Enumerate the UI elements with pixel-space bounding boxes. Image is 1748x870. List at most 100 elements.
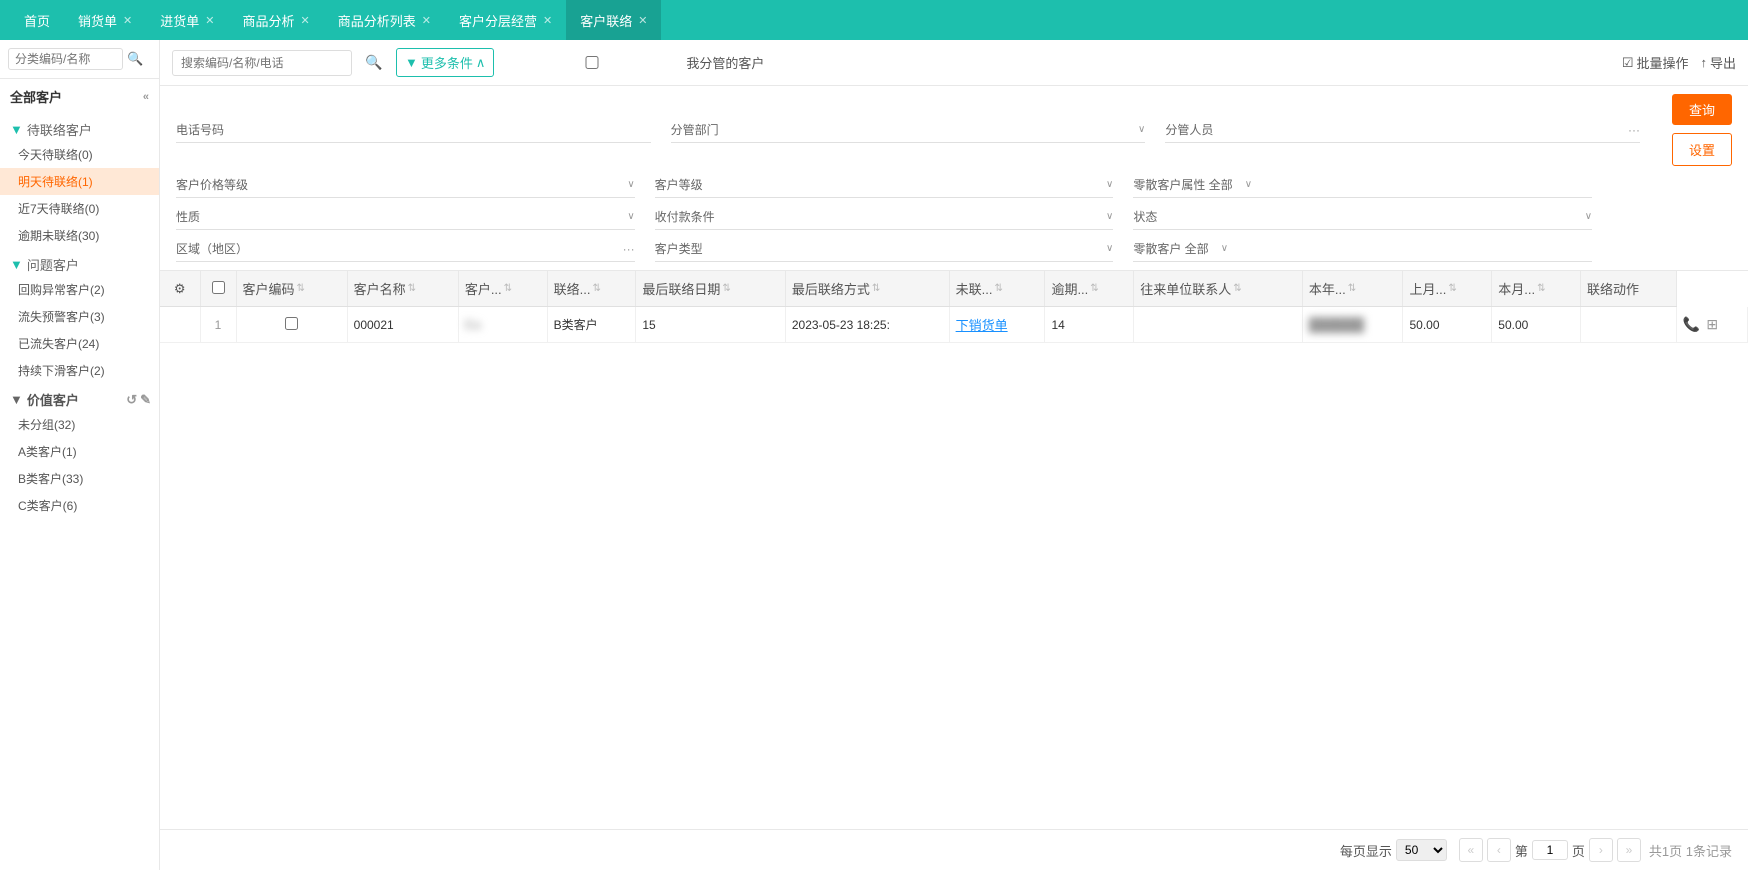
prev-page-button[interactable]: ‹ [1487, 838, 1511, 862]
th-unit-contact[interactable]: 往来单位联系人⇅ [1134, 271, 1303, 307]
more-filter-button[interactable]: ▼ 更多条件 ∧ [396, 48, 494, 77]
filter-payment[interactable]: 收付款条件 ∨ [655, 204, 1114, 230]
sort-type: ⇅ [504, 283, 512, 294]
td-last-contact-date: 2023-05-23 18:25: [785, 307, 949, 343]
filter-phone-label: 电话号码 [176, 121, 236, 138]
grid-action-icon[interactable]: ⊞ [1706, 316, 1718, 333]
sidebar-item-ungrouped[interactable]: 未分组(32) [0, 411, 159, 438]
page-input[interactable] [1532, 840, 1568, 860]
sidebar-item-overdue[interactable]: 逾期未联络(30) [0, 222, 159, 249]
sort-overdue: ⇅ [1090, 283, 1098, 294]
td-not-contact: 14 [1045, 307, 1134, 343]
nav-analysis-close[interactable]: ✕ [301, 14, 310, 27]
filter-phone-input[interactable] [244, 123, 651, 137]
th-not-contact[interactable]: 未联...⇅ [949, 271, 1045, 307]
refresh-icon[interactable]: ↺ [126, 392, 137, 408]
nav-purchase-close[interactable]: ✕ [205, 14, 214, 27]
filter-customer-level[interactable]: 客户等级 ∨ [655, 172, 1114, 198]
th-code[interactable]: 客户编码⇅ [236, 271, 347, 307]
th-this-year[interactable]: 本年...⇅ [1302, 271, 1403, 307]
sidebar-search-input[interactable] [8, 48, 123, 70]
filter-scattered-attr[interactable]: 零散客户属性 全部 ∨ [1133, 172, 1592, 198]
filter-dept[interactable]: 分管部门 ∨ [671, 117, 1146, 143]
sidebar-item-a-class[interactable]: A类客户(1) [0, 438, 159, 465]
sidebar-item-week[interactable]: 近7天待联络(0) [0, 195, 159, 222]
batch-ops-button[interactable]: ☑ 批量操作 [1622, 53, 1689, 72]
total-text: 共1页 1条记录 [1649, 841, 1732, 860]
sidebar-item-c-class[interactable]: C类客户(6) [0, 492, 159, 519]
search-input[interactable] [172, 50, 352, 76]
nav-customer-contact-close[interactable]: ✕ [638, 14, 647, 27]
nav-analysis-list[interactable]: 商品分析列表 ✕ [324, 0, 445, 40]
sidebar-section-value: ▼ 价值客户 ↺ ✎ [0, 384, 159, 411]
pending-title: 待联络客户 [27, 120, 92, 139]
sidebar-item-repurchase-abnormal[interactable]: 回购异常客户(2) [0, 276, 159, 303]
nav-purchase[interactable]: 进货单 ✕ [146, 0, 228, 40]
content-area: 🔍 ▼ 更多条件 ∧ 我分管的客户 ☑ 批量操作 ↑ 导出 [160, 40, 1748, 870]
nav-analysis-list-close[interactable]: ✕ [422, 14, 431, 27]
nav-customer-segment-close[interactable]: ✕ [543, 14, 552, 27]
page-size-label: 每页显示 [1340, 841, 1392, 860]
customer-name-blurred: Ea [465, 317, 481, 332]
filter-row-3: 性质 ∨ 收付款条件 ∨ 状态 ∨ [176, 204, 1732, 230]
filter-customer-type[interactable]: 客户类型 ∨ [655, 236, 1114, 262]
next-page-button[interactable]: › [1589, 838, 1613, 862]
filter-scattered-label: 零散客户 全部 [1133, 240, 1208, 257]
my-customers-input[interactable] [502, 56, 682, 69]
filter-region-label: 区域（地区） [176, 240, 248, 257]
settings-button[interactable]: 设置 [1672, 133, 1732, 166]
edit-icon[interactable]: ✎ [140, 392, 151, 408]
data-table: ⚙ 客户编码⇅ 客户名称⇅ 客户...⇅ 联络...⇅ [160, 271, 1748, 343]
th-last-contact-date[interactable]: 最后联络日期⇅ [636, 271, 785, 307]
table-row: 1 000021 Ea B类客户 15 2023-05-23 18:25: 下销… [160, 307, 1748, 343]
filter-status[interactable]: 状态 ∨ [1133, 204, 1592, 230]
sidebar-item-churned[interactable]: 已流失客户(24) [0, 330, 159, 357]
sidebar-item-b-class[interactable]: B类客户(33) [0, 465, 159, 492]
filter-nature[interactable]: 性质 ∨ [176, 204, 635, 230]
table-header-row: ⚙ 客户编码⇅ 客户名称⇅ 客户...⇅ 联络...⇅ [160, 271, 1748, 307]
page-size-select[interactable]: 10 20 50 100 [1396, 839, 1447, 861]
filter-region[interactable]: 区域（地区） ··· [176, 236, 635, 262]
th-overdue[interactable]: 逾期...⇅ [1045, 271, 1134, 307]
nav-customer-contact[interactable]: 客户联络 ✕ [566, 0, 661, 40]
th-checkbox[interactable] [200, 271, 236, 307]
my-customers-checkbox[interactable]: 我分管的客户 [502, 53, 764, 72]
nav-sales-close[interactable]: ✕ [123, 14, 132, 27]
th-last-contact-method[interactable]: 最后联络方式⇅ [785, 271, 949, 307]
sort-this-year: ⇅ [1348, 283, 1356, 294]
search-button[interactable]: 🔍 [360, 49, 388, 77]
sidebar-item-churn-warning[interactable]: 流失预警客户(3) [0, 303, 159, 330]
sidebar-search-icon[interactable]: 🔍 [127, 51, 143, 67]
td-checkbox[interactable] [236, 307, 347, 343]
sidebar-item-tomorrow[interactable]: 明天待联络(1) [0, 168, 159, 195]
last-page-button[interactable]: » [1617, 838, 1641, 862]
nav-home[interactable]: 首页 [10, 0, 64, 40]
nav-sales[interactable]: 销货单 ✕ [64, 0, 146, 40]
export-button[interactable]: ↑ 导出 [1700, 53, 1736, 72]
filter-dept-chevron: ∨ [1138, 124, 1145, 135]
query-button[interactable]: 查询 [1672, 94, 1732, 125]
th-contact[interactable]: 联络...⇅ [547, 271, 636, 307]
th-name[interactable]: 客户名称⇅ [347, 271, 458, 307]
phone-action-icon[interactable]: 📞 [1683, 316, 1700, 333]
first-page-button[interactable]: « [1459, 838, 1483, 862]
sidebar-item-declining[interactable]: 持续下滑客户(2) [0, 357, 159, 384]
filter-price-level[interactable]: 客户价格等级 ∨ [176, 172, 635, 198]
td-type: B类客户 [547, 307, 636, 343]
filter-person[interactable]: 分管人员 ··· [1165, 117, 1640, 143]
select-all-checkbox[interactable] [212, 281, 225, 294]
sidebar-item-today[interactable]: 今天待联络(0) [0, 141, 159, 168]
sidebar-all-customers[interactable]: 全部客户 « [0, 79, 159, 114]
th-this-month[interactable]: 本月...⇅ [1492, 271, 1581, 307]
filter-scattered[interactable]: 零散客户 全部 ∨ [1133, 236, 1592, 262]
th-gear[interactable]: ⚙ [160, 271, 200, 307]
th-last-month[interactable]: 上月...⇅ [1403, 271, 1492, 307]
td-action: 📞 ⊞ [1676, 307, 1747, 343]
last-contact-method-link[interactable]: 下销货单 [956, 318, 1008, 333]
value-section-icons: ↺ ✎ [126, 392, 151, 408]
th-type[interactable]: 客户...⇅ [458, 271, 547, 307]
nav-analysis[interactable]: 商品分析 ✕ [228, 0, 323, 40]
nav-customer-segment[interactable]: 客户分层经营 ✕ [445, 0, 566, 40]
td-last-contact-method[interactable]: 下销货单 [949, 307, 1045, 343]
row-checkbox[interactable] [285, 317, 298, 330]
